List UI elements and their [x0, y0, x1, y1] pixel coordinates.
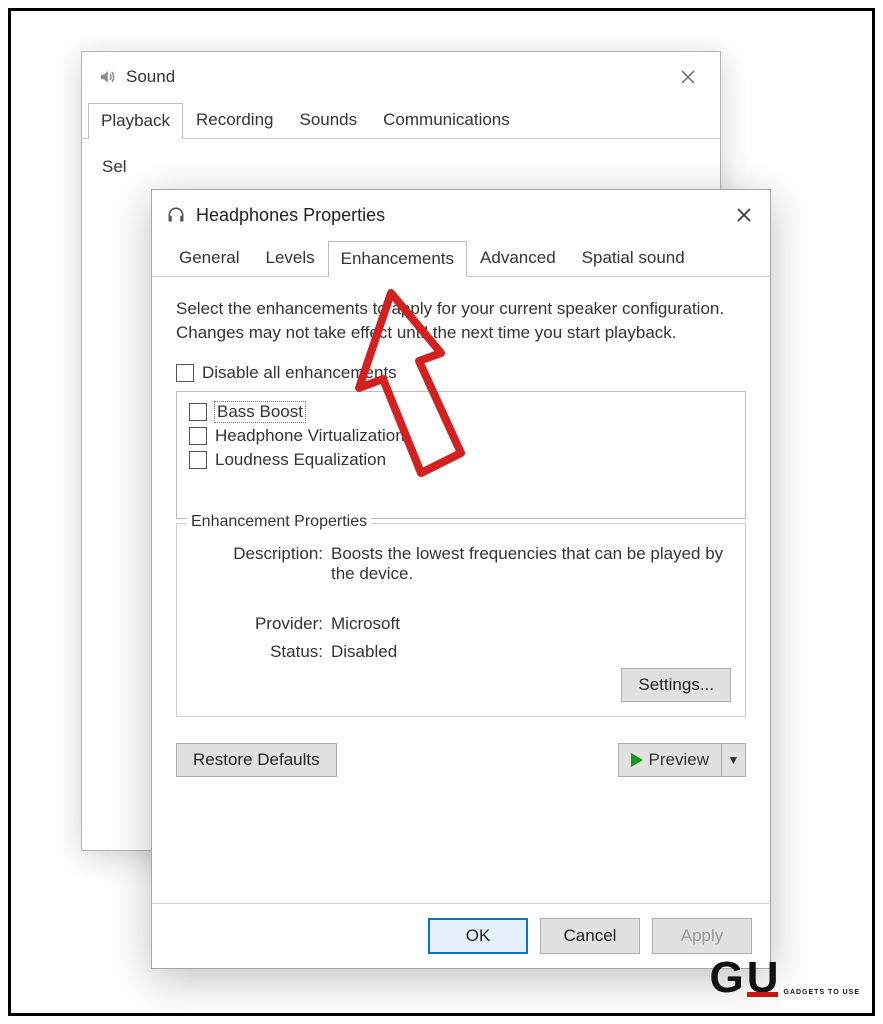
- hp-body: Select the enhancements to apply for you…: [152, 277, 770, 903]
- image-frame: Sound Playback Recording Sounds Communic…: [8, 8, 875, 1016]
- headphones-icon: [166, 205, 186, 225]
- disable-all-checkbox[interactable]: [176, 364, 194, 382]
- headphone-virtualization-label: Headphone Virtualization: [215, 426, 405, 446]
- hp-tab-general[interactable]: General: [166, 240, 252, 276]
- hp-close-button[interactable]: [724, 195, 764, 235]
- restore-defaults-button[interactable]: Restore Defaults: [176, 743, 337, 777]
- hp-tab-enhancements[interactable]: Enhancements: [328, 241, 467, 277]
- prop-provider-value: Microsoft: [331, 614, 731, 634]
- prop-description-key: Description:: [221, 544, 331, 584]
- enhancement-headphone-virtualization[interactable]: Headphone Virtualization: [189, 424, 733, 448]
- speaker-icon: [98, 68, 116, 86]
- sound-tab-communications[interactable]: Communications: [370, 102, 523, 138]
- loudness-equalization-checkbox[interactable]: [189, 451, 207, 469]
- watermark-g: G: [709, 953, 742, 1003]
- sound-tabs: Playback Recording Sounds Communications: [82, 102, 720, 139]
- sound-window-title: Sound: [126, 67, 175, 87]
- enhancements-description: Select the enhancements to apply for you…: [176, 297, 746, 345]
- preview-split-button[interactable]: Preview ▼: [618, 743, 746, 777]
- preview-label: Preview: [649, 750, 709, 770]
- preview-dropdown-button[interactable]: ▼: [722, 743, 746, 777]
- prop-provider-key: Provider:: [221, 614, 331, 634]
- hp-tab-levels[interactable]: Levels: [252, 240, 327, 276]
- settings-button[interactable]: Settings...: [621, 668, 731, 702]
- play-icon: [631, 753, 643, 767]
- sound-body-truncated-text: Sel: [102, 157, 127, 176]
- hp-titlebar: Headphones Properties: [152, 190, 770, 240]
- sound-close-button[interactable]: [668, 57, 708, 97]
- enhancement-loudness-equalization[interactable]: Loudness Equalization: [189, 448, 733, 472]
- chevron-down-icon: ▼: [728, 753, 740, 767]
- bass-boost-checkbox[interactable]: [189, 403, 207, 421]
- hp-tabs: General Levels Enhancements Advanced Spa…: [152, 240, 770, 277]
- enhancements-list: Bass Boost Headphone Virtualization Loud…: [176, 391, 746, 519]
- sound-window-body: Sel: [82, 139, 720, 195]
- cancel-button[interactable]: Cancel: [540, 918, 640, 954]
- bass-boost-label: Bass Boost: [215, 402, 305, 422]
- watermark-subtext: GADGETS TO USE: [784, 989, 861, 996]
- close-icon: [680, 69, 696, 85]
- headphone-virtualization-checkbox[interactable]: [189, 427, 207, 445]
- apply-button[interactable]: Apply: [652, 918, 752, 954]
- enhancement-bass-boost[interactable]: Bass Boost: [189, 400, 733, 424]
- enhancement-properties-legend: Enhancement Properties: [187, 513, 371, 531]
- sound-tab-playback[interactable]: Playback: [88, 103, 183, 139]
- sound-tab-recording[interactable]: Recording: [183, 102, 287, 138]
- prop-description-value: Boosts the lowest frequencies that can b…: [331, 544, 731, 584]
- preview-button[interactable]: Preview: [618, 743, 722, 777]
- sound-tab-sounds[interactable]: Sounds: [286, 102, 370, 138]
- ok-button[interactable]: OK: [428, 918, 528, 954]
- hp-tab-advanced[interactable]: Advanced: [467, 240, 569, 276]
- dialog-footer: OK Cancel Apply: [152, 903, 770, 968]
- loudness-equalization-label: Loudness Equalization: [215, 450, 386, 470]
- watermark-logo: G U GADGETS TO USE: [709, 953, 860, 1003]
- watermark-u: U: [747, 953, 778, 1003]
- sound-titlebar: Sound: [82, 52, 720, 102]
- headphones-properties-window: Headphones Properties General Levels Enh…: [151, 189, 771, 969]
- hp-tab-spatial-sound[interactable]: Spatial sound: [569, 240, 698, 276]
- prop-status-key: Status:: [221, 642, 331, 662]
- disable-all-label: Disable all enhancements: [202, 363, 397, 383]
- hp-window-title: Headphones Properties: [196, 205, 385, 226]
- close-icon: [736, 207, 752, 223]
- enhancement-properties-group: Enhancement Properties Description: Boos…: [176, 523, 746, 717]
- disable-all-enhancements-row[interactable]: Disable all enhancements: [176, 363, 746, 383]
- prop-status-value: Disabled: [331, 642, 731, 662]
